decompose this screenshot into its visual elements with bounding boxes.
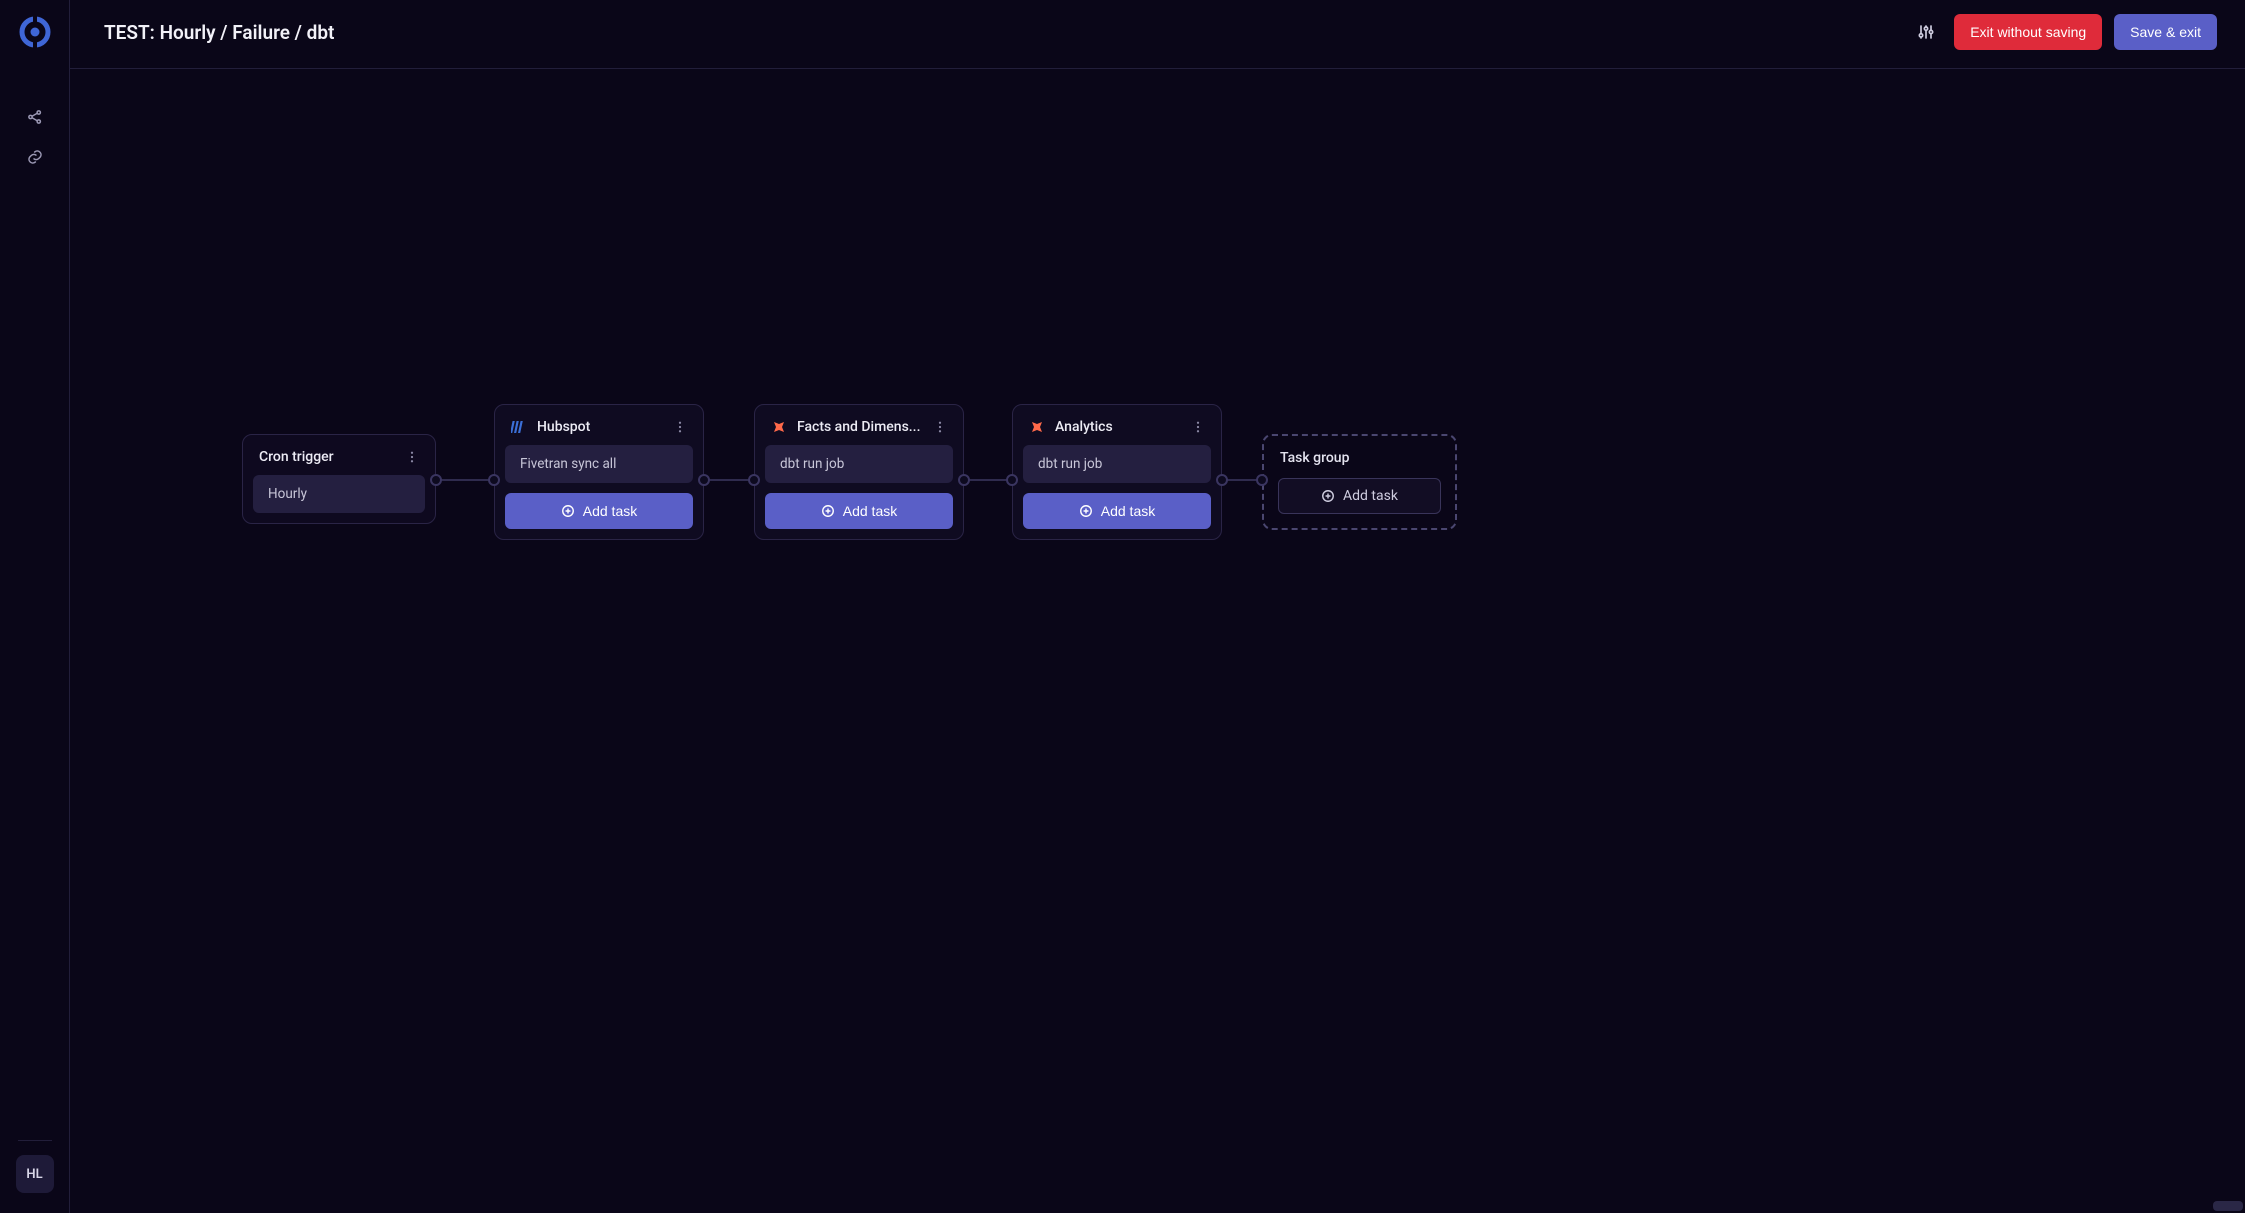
task-pill[interactable]: dbt run job: [765, 445, 953, 483]
kebab-icon[interactable]: [931, 420, 949, 434]
node-header: Analytics: [1023, 415, 1211, 445]
add-task-label: Add task: [843, 503, 897, 519]
dbt-icon: [771, 419, 787, 435]
settings-icon[interactable]: [1910, 16, 1942, 48]
workflow-canvas[interactable]: Cron trigger Hourly Hubspot Fivetran sync a…: [70, 69, 2245, 1213]
connection-port[interactable]: [698, 474, 710, 486]
node-hubspot[interactable]: Hubspot Fivetran sync all Add task: [494, 404, 704, 540]
topbar: TEST: Hourly / Failure / dbt Exit withou…: [70, 0, 2245, 69]
page-title: TEST: Hourly / Failure / dbt: [104, 21, 334, 44]
connector-wire: [436, 479, 494, 481]
group-title: Task group: [1278, 450, 1441, 466]
scrollbar-stub: [2213, 1201, 2243, 1211]
exit-without-saving-button[interactable]: Exit without saving: [1954, 14, 2102, 50]
node-trigger[interactable]: Cron trigger Hourly: [242, 434, 436, 524]
node-title: Cron trigger: [259, 449, 393, 465]
node-header: Hubspot: [505, 415, 693, 445]
connection-port[interactable]: [1006, 474, 1018, 486]
save-and-exit-button[interactable]: Save & exit: [2114, 14, 2217, 50]
add-task-button[interactable]: Add task: [1023, 493, 1211, 529]
node-title: Hubspot: [537, 419, 661, 435]
kebab-icon[interactable]: [671, 420, 689, 434]
node-title: Facts and Dimens...: [797, 419, 921, 435]
node-header: Cron trigger: [253, 445, 425, 475]
sidebar: HL: [0, 0, 70, 1213]
dbt-icon: [1029, 419, 1045, 435]
sidebar-divider: [18, 1140, 52, 1141]
app-logo: [19, 16, 51, 48]
connection-port[interactable]: [488, 474, 500, 486]
fivetran-icon: [511, 419, 527, 435]
connection-port[interactable]: [748, 474, 760, 486]
task-pill[interactable]: Fivetran sync all: [505, 445, 693, 483]
add-task-label: Add task: [1101, 503, 1155, 519]
connection-port[interactable]: [1256, 474, 1268, 486]
kebab-icon[interactable]: [403, 450, 421, 464]
add-task-label: Add task: [583, 503, 637, 519]
connector-wire: [964, 479, 1012, 481]
kebab-icon[interactable]: [1189, 420, 1207, 434]
add-task-button[interactable]: Add task: [1278, 478, 1441, 514]
connector-wire: [704, 479, 754, 481]
add-task-button[interactable]: Add task: [505, 493, 693, 529]
task-pill[interactable]: dbt run job: [1023, 445, 1211, 483]
node-facts[interactable]: Facts and Dimens... dbt run job Add task: [754, 404, 964, 540]
add-task-button[interactable]: Add task: [765, 493, 953, 529]
node-analytics[interactable]: Analytics dbt run job Add task: [1012, 404, 1222, 540]
task-pill[interactable]: Hourly: [253, 475, 425, 513]
add-task-label: Add task: [1343, 488, 1398, 504]
node-title: Analytics: [1055, 419, 1179, 435]
share-icon[interactable]: [26, 108, 44, 126]
link-icon[interactable]: [26, 148, 44, 166]
connection-port[interactable]: [1216, 474, 1228, 486]
node-header: Facts and Dimens...: [765, 415, 953, 445]
connection-port[interactable]: [430, 474, 442, 486]
ghost-task-group[interactable]: Task group Add task: [1262, 434, 1457, 530]
user-avatar[interactable]: HL: [16, 1155, 54, 1193]
connection-port[interactable]: [958, 474, 970, 486]
